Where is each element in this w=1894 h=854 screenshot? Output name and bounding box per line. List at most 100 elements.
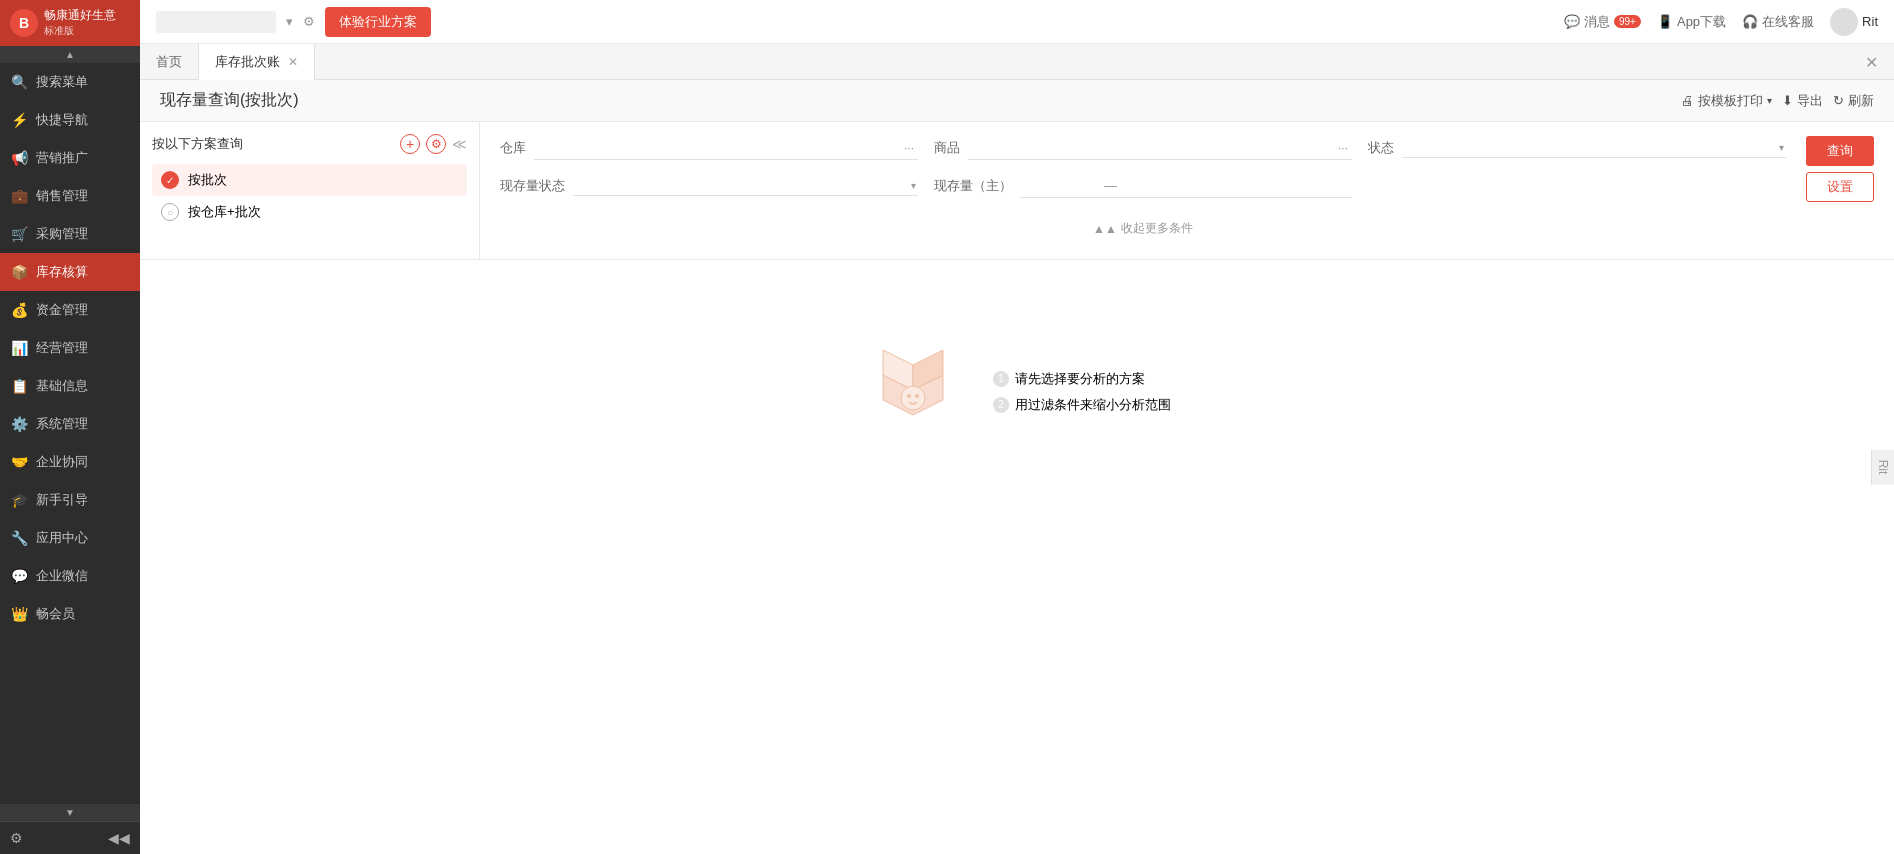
nav-icon-1: ⚡ [10,111,28,129]
status-label: 状态 [1368,139,1394,157]
inventory-status-label: 现存量状态 [500,177,565,195]
settings-footer-icon[interactable]: ⚙ [10,830,23,846]
inventory-status-chevron: ▾ [911,180,916,191]
filter-conditions-row: 仓库 ··· 商品 ··· [480,122,1894,259]
panel-close-btn[interactable]: ✕ [1865,52,1878,71]
sidebar-item-经营管理[interactable]: 📊经营管理 [0,329,140,367]
user-area[interactable]: Rit [1830,8,1878,36]
nav-label-6: 资金管理 [36,301,88,319]
sidebar-item-基础信息[interactable]: 📋基础信息 [0,367,140,405]
product-input[interactable] [968,136,1334,159]
status-select-chevron: ▾ [1779,142,1784,153]
tab-inventory-batch[interactable]: 库存批次账 ✕ [199,44,315,80]
app-download-label: App下载 [1677,13,1726,31]
sidebar-item-搜索菜单[interactable]: 🔍 搜索菜单 [0,63,140,101]
nav-label-14: 畅会员 [36,605,75,623]
tip-num-1: 1 [993,371,1009,387]
sidebar-item-资金管理[interactable]: 💰 资金管理 [0,291,140,329]
sidebar-item-应用中心[interactable]: 🔧应用中心 [0,519,140,557]
warehouse-more-btn[interactable]: ··· [900,139,918,157]
query-btn[interactable]: 查询 [1806,136,1874,166]
tab-home-label: 首页 [156,53,182,71]
page-header: 现存量查询(按批次) 🖨 按模板打印 ▾ ⬇ 导出 ↻ 刷新 [140,80,1894,122]
nav-icon-7: 📊 [10,339,28,357]
sidebar-item-营销推广[interactable]: 📢营销推广 [0,139,140,177]
inventory-qty-min[interactable] [1020,174,1100,197]
tab-home[interactable]: 首页 [140,44,199,80]
collapse-conditions-btn[interactable]: ▲▲ 收起更多条件 [500,212,1786,245]
add-scheme-btn[interactable]: + [400,134,420,154]
collapse-up-icon: ▲▲ [1093,222,1117,236]
empty-tip-1: 1 请先选择要分析的方案 [993,370,1171,388]
collapse-panel-icon[interactable]: ≪ [452,136,467,152]
print-dropdown-icon[interactable]: ▾ [1767,95,1772,106]
topbar-search-input[interactable] [156,11,276,33]
sidebar-item-新手引导[interactable]: 🎓新手引导 [0,481,140,519]
right-hint-panel[interactable]: Rit [1871,450,1894,485]
product-input-wrap: ··· [968,136,1352,160]
nav-label-1: 快捷导航 [36,111,88,129]
nav-icon-4: 🛒 [10,225,28,243]
sidebar-item-快捷导航[interactable]: ⚡ 快捷导航 [0,101,140,139]
app-title-block: 畅康通好生意 标准版 [44,8,116,38]
product-more-btn[interactable]: ··· [1334,139,1352,157]
inventory-status-select[interactable]: ▾ [573,176,918,196]
print-btn[interactable]: 🖨 按模板打印 ▾ [1681,92,1772,110]
setting-btn[interactable]: 设置 [1806,172,1874,202]
online-service-btn[interactable]: 🎧 在线客服 [1742,13,1814,31]
sidebar-item-畅会员[interactable]: 👑 畅会员 [0,595,140,633]
experience-btn[interactable]: 体验行业方案 [325,7,431,37]
warehouse-input[interactable] [534,136,900,159]
sidebar-item-企业微信[interactable]: 💬企业微信 [0,557,140,595]
nav-icon-11: 🎓 [10,491,28,509]
sidebar-scroll-down[interactable]: ▼ [0,804,140,821]
product-label: 商品 [934,139,960,157]
sidebar-scroll-up[interactable]: ▲ [0,46,140,63]
filter-section: 按以下方案查询 + ⚙ ≪ ✓ 按批次 ○ [140,122,1894,260]
nav-icon-6: 💰 [10,301,28,319]
nav-icon-14: 👑 [10,605,28,623]
topbar: ▾ ⚙ 体验行业方案 💬 消息 99+ 📱 App下载 🎧 在线客服 Rit [140,0,1894,44]
status-select[interactable]: ▾ [1402,138,1786,158]
message-icon: 💬 [1564,14,1580,29]
tabbar: 首页 库存批次账 ✕ ✕ [140,44,1894,80]
topbar-dropdown-icon[interactable]: ▾ [286,14,293,29]
sidebar-item-企业协同[interactable]: 🤝企业协同 [0,443,140,481]
print-label: 按模板打印 [1698,92,1763,110]
app-logo: B [10,9,38,37]
scheme-warehouse-batch-item[interactable]: ○ 按仓库+批次 [152,196,467,228]
filter-conditions-area: 仓库 ··· 商品 ··· [480,122,1894,259]
empty-tip-2: 2 用过滤条件来缩小分析范围 [993,396,1171,414]
phone-icon: 📱 [1657,14,1673,29]
inventory-qty-max[interactable] [1121,174,1201,197]
page-title: 现存量查询(按批次) [160,90,299,111]
page-content-area: 现存量查询(按批次) 🖨 按模板打印 ▾ ⬇ 导出 ↻ 刷新 [140,80,1894,854]
messages-btn[interactable]: 💬 消息 99+ [1564,13,1641,31]
tab-inventory-batch-label: 库存批次账 [215,53,280,71]
collapse-sidebar-btn[interactable]: ◀◀ [108,830,130,846]
sidebar-item-销售管理[interactable]: 💼销售管理 [0,177,140,215]
scheme-batch-item[interactable]: ✓ 按批次 [152,164,467,196]
svg-point-5 [915,394,919,398]
nav-label-9: 系统管理 [36,415,88,433]
scheme-batch-icon: ✓ [160,170,180,190]
export-btn[interactable]: ⬇ 导出 [1782,92,1823,110]
sidebar-item-系统管理[interactable]: ⚙️ 系统管理 [0,405,140,443]
main-content: ▾ ⚙ 体验行业方案 💬 消息 99+ 📱 App下载 🎧 在线客服 Rit [140,0,1894,854]
refresh-btn[interactable]: ↻ 刷新 [1833,92,1874,110]
tab-close-btn[interactable]: ✕ [288,55,298,69]
topbar-settings-icon[interactable]: ⚙ [303,14,315,29]
scheme-settings-btn[interactable]: ⚙ [426,134,446,154]
online-service-label: 在线客服 [1762,13,1814,31]
page-actions: 🖨 按模板打印 ▾ ⬇ 导出 ↻ 刷新 [1681,92,1874,110]
nav-label-0: 搜索菜单 [36,73,88,91]
nav-icon-9: ⚙️ [10,415,28,433]
svg-point-4 [907,394,911,398]
sidebar-item-采购管理[interactable]: 🛒采购管理 [0,215,140,253]
nav-label-13: 企业微信 [36,567,88,585]
filter-scheme-panel: 按以下方案查询 + ⚙ ≪ ✓ 按批次 ○ [140,122,480,259]
sidebar-item-库存核算[interactable]: 📦库存核算 [0,253,140,291]
nav-icon-0: 🔍 [10,73,28,91]
warehouse-input-wrap: ··· [534,136,918,160]
app-download-btn[interactable]: 📱 App下载 [1657,13,1726,31]
